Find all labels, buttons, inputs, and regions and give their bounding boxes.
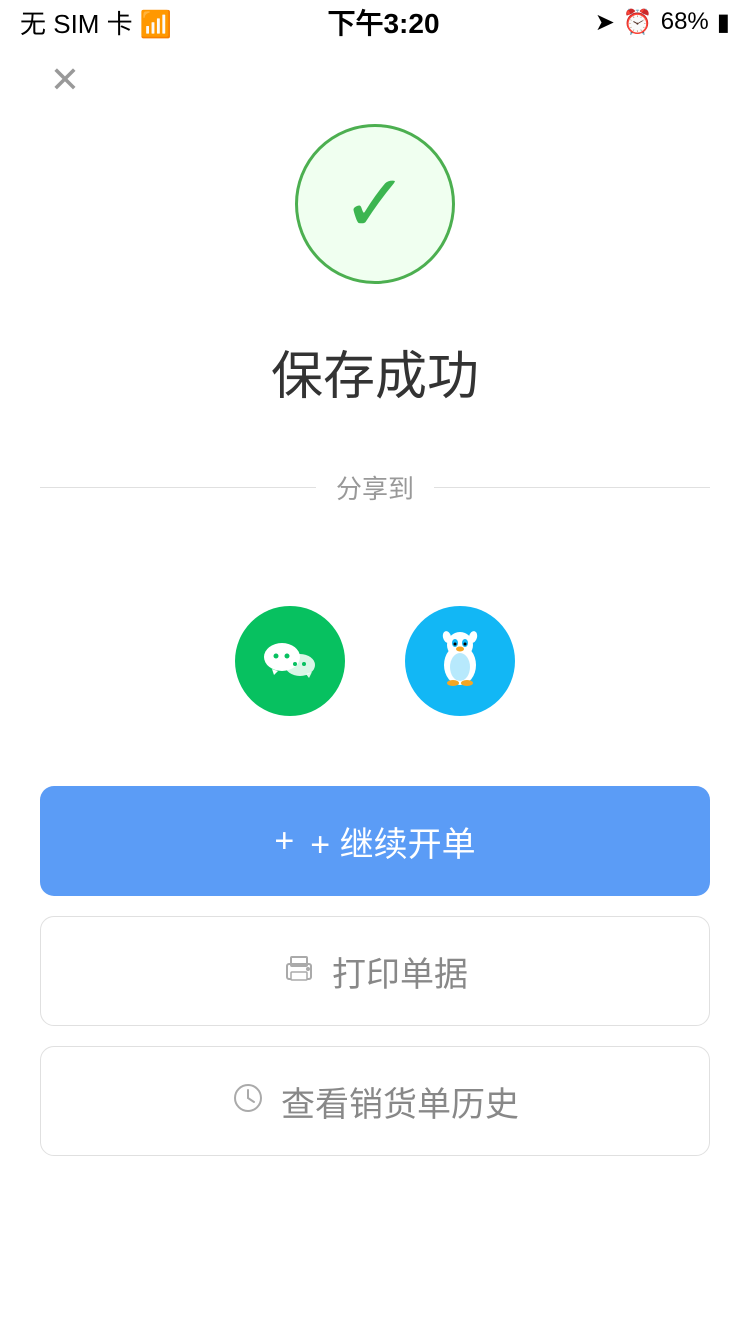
continue-button[interactable]: + + 继续开单 [40, 786, 710, 896]
history-button-label: 查看销货单历史 [281, 1077, 519, 1126]
divider-line-right [434, 487, 710, 488]
checkmark-icon: ✓ [341, 164, 408, 244]
share-icons [235, 606, 515, 716]
printer-icon [282, 951, 316, 991]
status-right: ➤ ⏰ 68% ▮ [595, 8, 730, 37]
history-button[interactable]: 查看销货单历史 [40, 1046, 710, 1156]
main-content: ✓ 保存成功 分享到 [0, 44, 750, 1156]
battery-icon: ▮ [717, 8, 730, 37]
wechat-share-button[interactable] [235, 606, 345, 716]
clock-icon [231, 1081, 265, 1121]
share-divider: 分享到 [40, 469, 710, 506]
wechat-icon [258, 629, 323, 694]
close-button[interactable]: ✕ [40, 55, 90, 105]
qq-icon [428, 629, 493, 694]
share-label: 分享到 [336, 469, 414, 506]
status-left: 无 SIM 卡 📶 [20, 4, 172, 41]
continue-button-label: + 继续开单 [310, 817, 475, 866]
success-circle: ✓ [295, 124, 455, 284]
alarm-icon: ⏰ [623, 8, 653, 37]
location-icon: ➤ [595, 8, 615, 37]
status-bar: 无 SIM 卡 📶 下午3:20 ➤ ⏰ 68% ▮ [0, 0, 750, 44]
action-buttons: + + 继续开单 打印单据 [0, 786, 750, 1156]
print-button[interactable]: 打印单据 [40, 916, 710, 1026]
plus-icon: + [274, 824, 294, 858]
status-time: 下午3:20 [327, 2, 439, 42]
divider-line-left [40, 487, 316, 488]
close-icon: ✕ [50, 62, 80, 98]
success-title: 保存成功 [271, 334, 479, 409]
share-section: 分享到 [0, 469, 750, 556]
qq-share-button[interactable] [405, 606, 515, 716]
print-button-label: 打印单据 [332, 947, 468, 996]
battery-percent: 68% [661, 8, 709, 36]
